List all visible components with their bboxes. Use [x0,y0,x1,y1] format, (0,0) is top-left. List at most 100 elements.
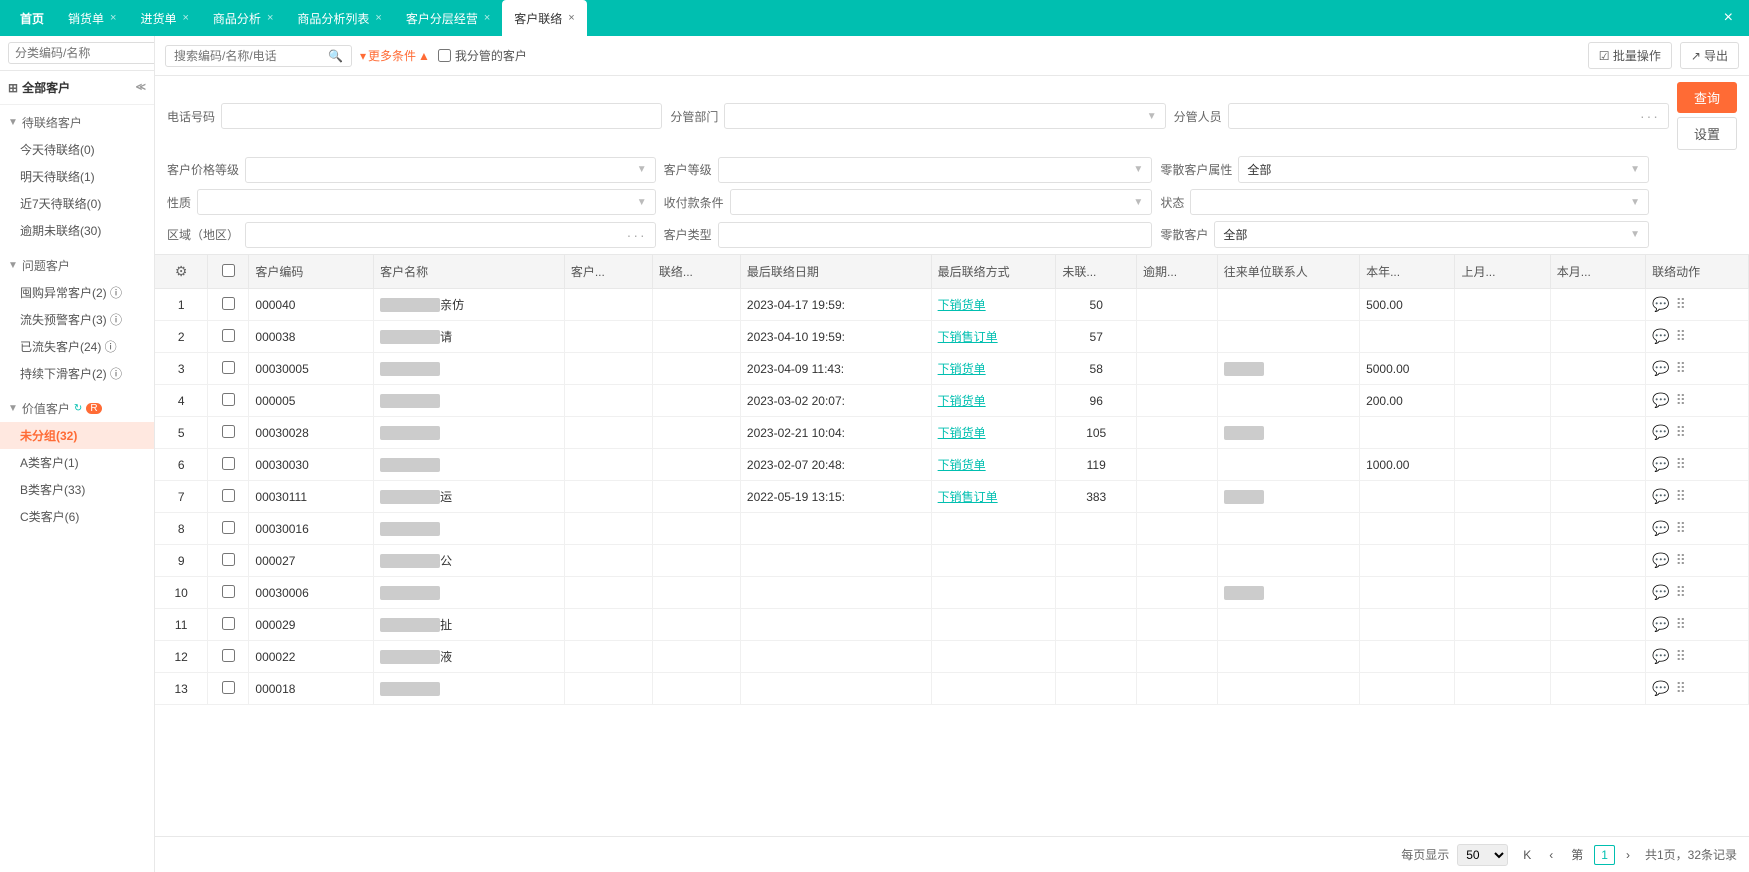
contact-method-link[interactable]: 下销售订单 [938,490,998,504]
nav-tab-4[interactable]: 商品分析列表 × [285,0,393,36]
nav-tab-6-close[interactable]: × [568,12,574,24]
action-chat-icon[interactable]: 💬 [1652,616,1669,633]
action-more-icon[interactable]: ⠿ [1676,296,1686,313]
action-chat-icon[interactable]: 💬 [1652,648,1669,665]
export-button[interactable]: ↗ 导出 [1680,42,1739,69]
nav-tab-1-close[interactable]: × [110,12,116,24]
row-checkbox[interactable] [222,425,235,438]
phone-input[interactable] [221,103,662,129]
sidebar-item-today[interactable]: 今天待联络(0) [0,136,154,163]
per-page-select[interactable]: 50 100 [1457,844,1508,866]
customer-grade-select[interactable]: ▼ [718,157,1153,183]
sidebar-item-abnormal[interactable]: 囤购异常客户(2) ⓘ [0,279,154,306]
scattered-attr-select[interactable]: 全部 ▼ [1238,156,1649,183]
action-chat-icon[interactable]: 💬 [1652,520,1669,537]
query-button[interactable]: 查询 [1677,82,1737,113]
contact-method-link[interactable]: 下销货单 [938,298,986,312]
row-checkbox[interactable] [222,521,235,534]
row-checkbox[interactable] [222,297,235,310]
contact-method-link[interactable]: 下销售订单 [938,330,998,344]
contact-method-link[interactable]: 下销货单 [938,394,986,408]
status-select[interactable]: ▼ [1190,189,1649,215]
row-checkbox[interactable] [222,617,235,630]
action-chat-icon[interactable]: 💬 [1652,488,1669,505]
sidebar-item-class-a[interactable]: A类客户(1) [0,449,154,476]
nav-tab-3-close[interactable]: × [267,12,273,24]
sidebar-item-tomorrow[interactable]: 明天待联络(1) [0,163,154,190]
row-checkbox[interactable] [222,457,235,470]
payment-select[interactable]: ▼ [730,189,1153,215]
my-customers-checkbox-label[interactable]: 我分管的客户 [438,47,527,64]
action-more-icon[interactable]: ⠿ [1676,328,1686,345]
nav-tab-5[interactable]: 客户分层经营 × [394,0,502,36]
nature-select[interactable]: ▼ [197,189,656,215]
search-input[interactable] [174,49,324,63]
action-chat-icon[interactable]: 💬 [1652,424,1669,441]
sidebar-group-pending-header[interactable]: ▼ 待联络客户 [0,109,154,136]
row-checkbox[interactable] [222,553,235,566]
action-more-icon[interactable]: ⠿ [1676,392,1686,409]
sidebar-group-value-header[interactable]: ▼ 价值客户 ↻ R [0,395,154,422]
refresh-icon[interactable]: ↻ [74,403,82,414]
all-customers-header[interactable]: ⊞ 全部客户 ≪ [0,71,154,105]
action-more-icon[interactable]: ⠿ [1676,648,1686,665]
nav-tab-5-close[interactable]: × [484,12,490,24]
phone-field[interactable] [230,109,653,123]
action-chat-icon[interactable]: 💬 [1652,584,1669,601]
batch-operations-button[interactable]: ☑ 批量操作 [1588,42,1672,69]
sidebar-item-overdue[interactable]: 逾期未联络(30) [0,217,154,244]
sidebar-item-7days[interactable]: 近7天待联络(0) [0,190,154,217]
nav-tab-4-close[interactable]: × [375,12,381,24]
row-checkbox[interactable] [222,585,235,598]
row-checkbox[interactable] [222,393,235,406]
action-more-icon[interactable]: ⠿ [1676,456,1686,473]
action-chat-icon[interactable]: 💬 [1652,680,1669,697]
action-chat-icon[interactable]: 💬 [1652,296,1669,313]
row-checkbox[interactable] [222,361,235,374]
sidebar-search-input[interactable] [8,42,155,64]
nav-tab-1[interactable]: 销货单 × [56,0,128,36]
contact-method-link[interactable]: 下销货单 [938,362,986,376]
action-more-icon[interactable]: ⠿ [1676,488,1686,505]
action-chat-icon[interactable]: 💬 [1652,328,1669,345]
action-more-icon[interactable]: ⠿ [1676,616,1686,633]
action-chat-icon[interactable]: 💬 [1652,552,1669,569]
current-page[interactable]: 1 [1594,845,1615,865]
collapse-icon[interactable]: ≪ [136,82,146,93]
action-more-icon[interactable]: ⠿ [1676,584,1686,601]
contact-method-link[interactable]: 下销货单 [938,426,986,440]
prev-page-btn[interactable]: ‹ [1542,845,1560,865]
action-more-icon[interactable]: ⠿ [1676,360,1686,377]
manager-select[interactable]: ··· [1228,103,1669,129]
search-filter-icon[interactable]: 🔍 [328,49,343,63]
settings-gear-button[interactable]: ⚙ [175,263,188,280]
sidebar-item-declining[interactable]: 持续下滑客户(2) ⓘ [0,360,154,387]
sidebar-item-ungrouped[interactable]: 未分组(32) [0,422,154,449]
scattered-select[interactable]: 全部 ▼ [1214,221,1649,248]
action-chat-icon[interactable]: 💬 [1652,456,1669,473]
select-all-checkbox[interactable] [222,264,235,277]
nav-home[interactable]: 首页 [8,0,56,36]
sidebar-item-churn-warning[interactable]: 流失预警客户(3) ⓘ [0,306,154,333]
action-chat-icon[interactable]: 💬 [1652,360,1669,377]
nav-tab-3[interactable]: 商品分析 × [201,0,285,36]
nav-tab-2-close[interactable]: × [182,12,188,24]
customer-type-input[interactable] [718,222,1153,248]
row-checkbox[interactable] [222,681,235,694]
sidebar-group-problem-header[interactable]: ▼ 问题客户 [0,252,154,279]
customer-type-field[interactable] [727,228,1144,242]
action-more-icon[interactable]: ⠿ [1676,424,1686,441]
window-close-button[interactable]: × [1716,9,1741,27]
dept-select[interactable]: ▼ [724,103,1165,129]
next-page-btn[interactable]: › [1619,845,1637,865]
first-page-btn[interactable]: K [1516,845,1538,865]
nav-tab-6[interactable]: 客户联络 × [502,0,586,36]
price-grade-select[interactable]: ▼ [245,157,656,183]
action-more-icon[interactable]: ⠿ [1676,680,1686,697]
contact-method-link[interactable]: 下销货单 [938,458,986,472]
row-checkbox[interactable] [222,649,235,662]
row-checkbox[interactable] [222,489,235,502]
sidebar-item-class-b[interactable]: B类客户(33) [0,476,154,503]
reset-button[interactable]: 设置 [1677,117,1737,150]
sidebar-item-class-c[interactable]: C类客户(6) [0,503,154,530]
